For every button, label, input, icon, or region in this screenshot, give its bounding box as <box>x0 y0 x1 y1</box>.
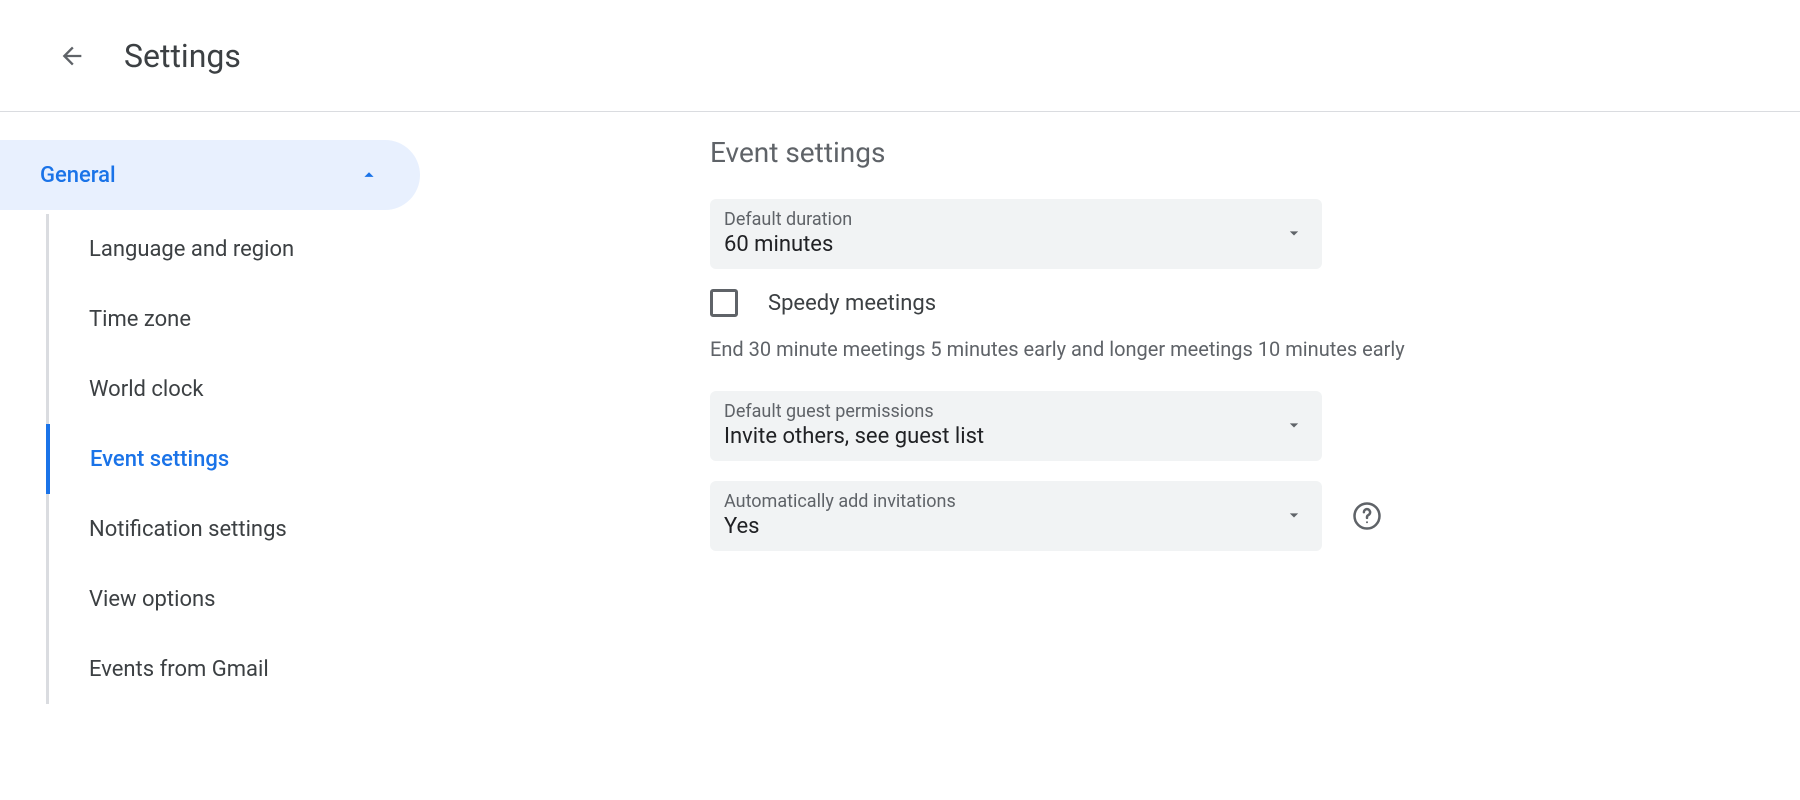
dropdown-label: Automatically add invitations <box>724 491 956 512</box>
sidebar-item-events-from-gmail[interactable]: Events from Gmail <box>46 634 440 704</box>
default-duration-dropdown[interactable]: Default duration 60 minutes <box>710 199 1322 269</box>
sidebar-general-label: General <box>40 163 116 188</box>
section-title: Event settings <box>710 136 1800 169</box>
dropdown-value: Yes <box>724 514 956 539</box>
sidebar-item-notification-settings[interactable]: Notification settings <box>46 494 440 564</box>
sidebar-item-label: Events from Gmail <box>89 657 269 682</box>
dropdown-value: Invite others, see guest list <box>724 424 984 449</box>
sidebar-item-label: Event settings <box>90 447 229 472</box>
content-area: Event settings Default duration 60 minut… <box>440 112 1800 704</box>
caret-down-icon <box>1284 415 1304 435</box>
dropdown-label: Default duration <box>724 209 852 230</box>
dropdown-label: Default guest permissions <box>724 401 984 422</box>
sidebar-item-event-settings[interactable]: Event settings <box>46 424 440 494</box>
speedy-meetings-label: Speedy meetings <box>768 291 936 316</box>
sidebar-item-label: Notification settings <box>89 517 287 542</box>
help-button[interactable] <box>1352 501 1382 531</box>
dropdown-value: 60 minutes <box>724 232 852 257</box>
page-title: Settings <box>124 37 241 75</box>
sidebar-section-general[interactable]: General <box>0 140 420 210</box>
header-bar: Settings <box>0 0 1800 112</box>
guest-permissions-dropdown[interactable]: Default guest permissions Invite others,… <box>710 391 1322 461</box>
sidebar-item-language-and-region[interactable]: Language and region <box>46 214 440 284</box>
sidebar-item-world-clock[interactable]: World clock <box>46 354 440 424</box>
sidebar: General Language and region Time zone Wo… <box>0 112 440 704</box>
chevron-up-icon <box>358 164 380 186</box>
auto-add-invitations-dropdown[interactable]: Automatically add invitations Yes <box>710 481 1322 551</box>
back-button[interactable] <box>48 32 96 80</box>
sidebar-item-label: World clock <box>89 377 203 402</box>
sidebar-item-label: View options <box>89 587 216 612</box>
speedy-meetings-row: Speedy meetings <box>710 289 1800 317</box>
sidebar-item-view-options[interactable]: View options <box>46 564 440 634</box>
speedy-meetings-checkbox[interactable] <box>710 289 738 317</box>
caret-down-icon <box>1284 505 1304 525</box>
caret-down-icon <box>1284 223 1304 243</box>
speedy-meetings-description: End 30 minute meetings 5 minutes early a… <box>710 337 1800 361</box>
help-icon <box>1352 501 1382 531</box>
sidebar-item-label: Language and region <box>89 237 294 262</box>
sidebar-sublist: Language and region Time zone World cloc… <box>44 214 440 704</box>
sidebar-item-time-zone[interactable]: Time zone <box>46 284 440 354</box>
arrow-left-icon <box>58 42 86 70</box>
sidebar-item-label: Time zone <box>89 307 191 332</box>
